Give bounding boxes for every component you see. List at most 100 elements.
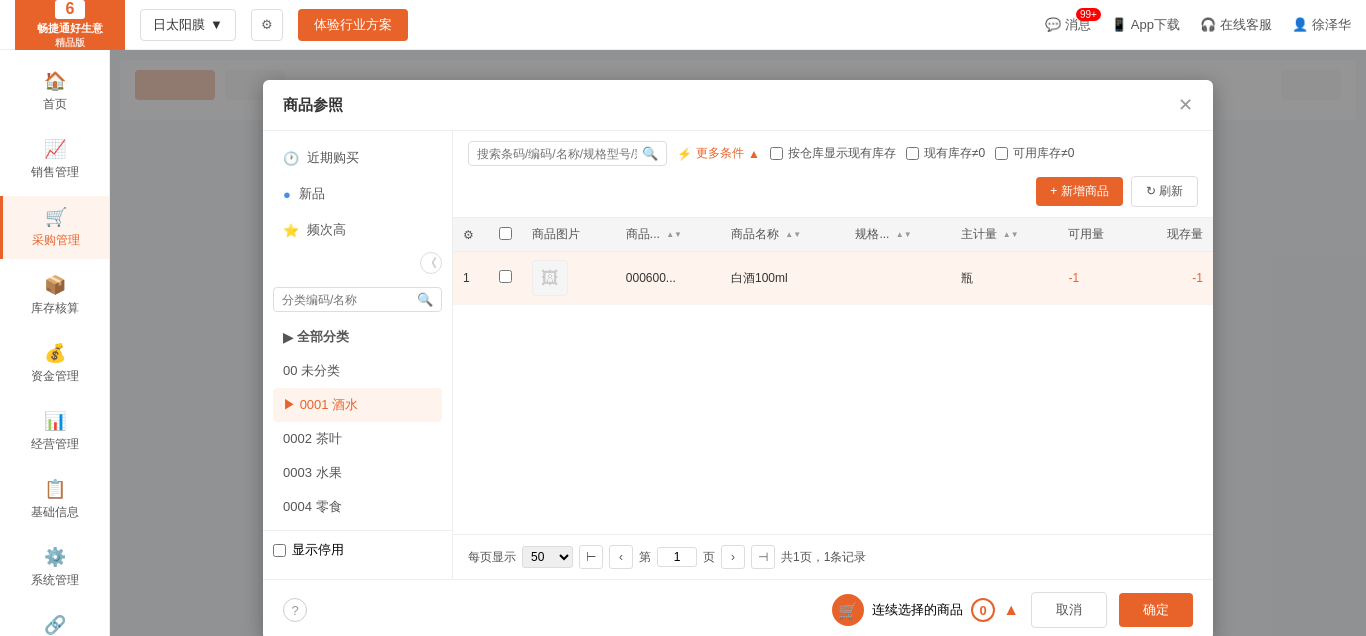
- category-00[interactable]: 00 未分类: [273, 354, 442, 388]
- home-icon: 🏠: [44, 70, 66, 92]
- cancel-button[interactable]: 取消: [1031, 592, 1107, 628]
- col-name[interactable]: 商品名称 ▲▼: [721, 218, 845, 252]
- product-search-box[interactable]: 🔍: [468, 141, 667, 166]
- app-download-nav-item[interactable]: 📱 App下载: [1111, 16, 1180, 34]
- category-all-label: 全部分类: [297, 328, 349, 346]
- available-stock-checkbox[interactable]: [995, 147, 1008, 160]
- page-number-input[interactable]: [657, 547, 697, 567]
- row-image-cell: 🖼: [522, 252, 616, 305]
- nav-item-new[interactable]: ● 新品: [273, 177, 442, 211]
- settings-icon[interactable]: ⚙: [463, 228, 474, 242]
- filter-button[interactable]: ⚡ 更多条件 ▲: [677, 145, 760, 162]
- warehouse-dropdown[interactable]: 日太阳膜 ▼: [140, 9, 236, 41]
- expand-icon: ▶: [283, 330, 293, 345]
- category-search-input[interactable]: [282, 293, 412, 307]
- selected-count-area: 🛒 连续选择的商品 0 ▲: [832, 594, 1019, 626]
- row-spec: [845, 252, 950, 305]
- modal-header: 商品参照 ✕: [263, 80, 1213, 131]
- warehouse-stock-checkbox[interactable]: [770, 147, 783, 160]
- category-0003[interactable]: 0003 水果: [273, 456, 442, 490]
- sidebar-item-purchase[interactable]: 🛒 采购管理: [0, 196, 109, 259]
- unit-sort-icon: ▲▼: [1003, 230, 1019, 239]
- inventory-icon: 📦: [44, 274, 66, 296]
- online-service-nav-item[interactable]: 🎧 在线客服: [1200, 16, 1272, 34]
- product-search-input[interactable]: [477, 147, 637, 161]
- sidebar-item-operations[interactable]: 📊 经营管理: [0, 400, 109, 463]
- filter-collapse-icon: ▲: [748, 147, 760, 161]
- experience-button[interactable]: 体验行业方案: [298, 9, 408, 41]
- row-unit: 瓶: [951, 252, 1059, 305]
- prev-page-button[interactable]: ‹: [609, 545, 633, 569]
- existing-stock-label[interactable]: 现有库存≠0: [924, 145, 985, 162]
- content-area: 商品参照 ✕ 🕐 近期购买 ●: [110, 50, 1366, 636]
- action-collapse-icon[interactable]: ▲: [1003, 601, 1019, 619]
- message-nav-item[interactable]: 💬 消息 99+: [1045, 16, 1091, 34]
- category-0001[interactable]: ▶ 0001 酒水: [273, 388, 442, 422]
- col-code[interactable]: 商品... ▲▼: [616, 218, 721, 252]
- recent-icon: 🕐: [283, 151, 299, 166]
- table-header-row: ⚙ 商品图片 商品... ▲▼: [453, 218, 1213, 252]
- sidebar-item-basic-info[interactable]: 📋 基础信息: [0, 468, 109, 531]
- category-all[interactable]: ▶ 全部分类: [273, 320, 442, 354]
- help-icon[interactable]: ?: [283, 598, 307, 622]
- warehouse-stock-checkbox-group: 按仓库显示现有库存: [770, 145, 896, 162]
- dropdown-chevron-icon: ▼: [210, 17, 223, 32]
- user-nav-item[interactable]: 👤 徐泽华: [1292, 16, 1351, 34]
- sidebar-item-inventory[interactable]: 📦 库存核算: [0, 264, 109, 327]
- first-page-button[interactable]: ⊢: [579, 545, 603, 569]
- settings-icon[interactable]: ⚙: [251, 9, 283, 41]
- modal-pagination-footer: 每页显示 50 10 20 100 ⊢ ‹ 第: [453, 534, 1213, 579]
- row-name: 白酒100ml: [721, 252, 845, 305]
- sales-icon: 📈: [44, 138, 66, 160]
- category-0002[interactable]: 0002 茶叶: [273, 422, 442, 456]
- collapse-button[interactable]: 《: [420, 252, 442, 274]
- product-table-body: 1 🖼 000600... 白酒100ml: [453, 252, 1213, 305]
- available-stock-label[interactable]: 可用库存≠0: [1013, 145, 1074, 162]
- category-0002-label: 0002 茶叶: [283, 431, 342, 446]
- per-page-select[interactable]: 50 10 20 100: [522, 546, 573, 568]
- nav-label-new: 新品: [299, 185, 325, 203]
- headset-icon: 🎧: [1200, 17, 1216, 32]
- category-search-box[interactable]: 🔍: [273, 287, 442, 312]
- sidebar-label-basic-info: 基础信息: [31, 504, 79, 521]
- category-0003-label: 0003 水果: [283, 465, 342, 480]
- sidebar-item-system[interactable]: ⚙️ 系统管理: [0, 536, 109, 599]
- top-navigation: 6 畅捷通好生意 精品版 日太阳膜 ▼ ⚙ 体验行业方案 💬 消息 99+ 📱 …: [0, 0, 1366, 50]
- show-disabled-checkbox[interactable]: [273, 544, 286, 557]
- operations-icon: 📊: [44, 410, 66, 432]
- category-0001-label: 0001 酒水: [300, 397, 359, 412]
- warehouse-stock-label[interactable]: 按仓库显示现有库存: [788, 145, 896, 162]
- page-suffix: 页: [703, 549, 715, 566]
- nav-label-recent: 近期购买: [307, 149, 359, 167]
- refresh-button[interactable]: ↻ 刷新: [1131, 176, 1198, 207]
- next-page-button[interactable]: ›: [721, 545, 745, 569]
- col-select: [489, 218, 522, 252]
- sidebar-item-home[interactable]: 🏠 首页: [0, 60, 109, 123]
- continuous-label: 连续选择的商品: [872, 601, 963, 619]
- sidebar-item-sales[interactable]: 📈 销售管理: [0, 128, 109, 191]
- existing-stock-checkbox[interactable]: [906, 147, 919, 160]
- nav-item-frequent[interactable]: ⭐ 频次高: [273, 213, 442, 247]
- sidebar-item-collab[interactable]: 🔗 企业协同: [0, 604, 109, 636]
- sidebar-item-finance[interactable]: 💰 资金管理: [0, 332, 109, 395]
- modal-close-button[interactable]: ✕: [1178, 94, 1193, 116]
- category-0004[interactable]: 0004 零食: [273, 490, 442, 524]
- modal-title: 商品参照: [283, 96, 343, 115]
- search-icon[interactable]: 🔍: [642, 146, 658, 161]
- show-disabled-label[interactable]: 显示停用: [292, 541, 344, 559]
- nav-item-recent[interactable]: 🕐 近期购买: [273, 141, 442, 175]
- modal-body: 🕐 近期购买 ● 新品 ⭐ 频次高: [263, 131, 1213, 579]
- existing-stock-checkbox-group: 现有库存≠0: [906, 145, 985, 162]
- select-all-checkbox[interactable]: [499, 227, 512, 240]
- row-index: 1: [453, 252, 489, 305]
- col-settings: ⚙: [453, 218, 489, 252]
- table-row[interactable]: 1 🖼 000600... 白酒100ml: [453, 252, 1213, 305]
- col-unit[interactable]: 主计量 ▲▼: [951, 218, 1059, 252]
- category-search-icon[interactable]: 🔍: [417, 292, 433, 307]
- row-checkbox[interactable]: [499, 270, 512, 283]
- per-page-label: 每页显示: [468, 549, 516, 566]
- col-spec[interactable]: 规格... ▲▼: [845, 218, 950, 252]
- last-page-button[interactable]: ⊣: [751, 545, 775, 569]
- add-product-button[interactable]: + 新增商品: [1036, 177, 1122, 206]
- confirm-button[interactable]: 确定: [1119, 593, 1193, 627]
